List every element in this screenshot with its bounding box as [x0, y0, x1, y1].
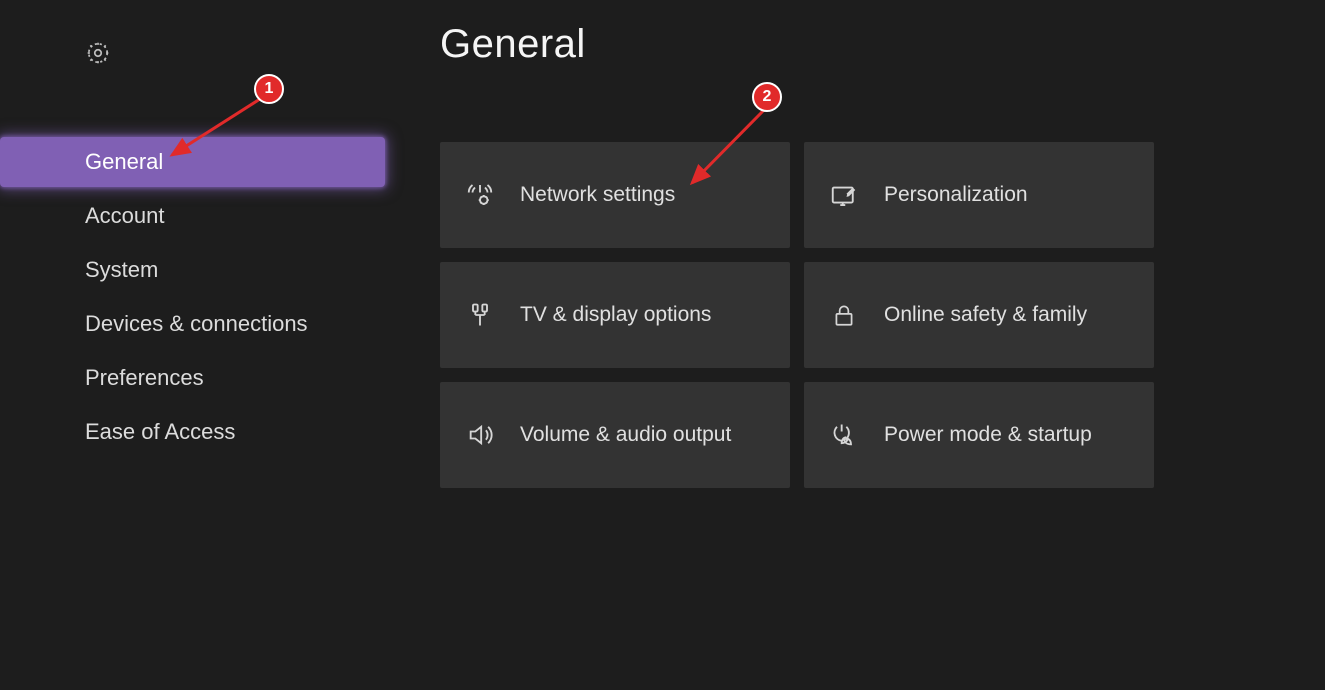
network-icon	[440, 180, 520, 210]
gear-icon	[85, 40, 111, 66]
sidebar-item-ease-of-access[interactable]: Ease of Access	[0, 407, 385, 457]
sidebar-item-label: Ease of Access	[85, 419, 235, 445]
sidebar-item-account[interactable]: Account	[0, 191, 385, 241]
tile-personalization[interactable]: Personalization	[804, 142, 1154, 248]
tile-label: Volume & audio output	[520, 423, 731, 447]
sidebar-item-label: Devices & connections	[85, 311, 308, 337]
power-icon	[804, 421, 884, 449]
sidebar-item-label: Preferences	[85, 365, 204, 391]
sidebar-menu: General Account System Devices & connect…	[0, 137, 385, 461]
sidebar-item-label: General	[85, 149, 163, 175]
tile-label: Online safety & family	[884, 303, 1087, 327]
sidebar-item-system[interactable]: System	[0, 245, 385, 295]
tile-tv-display[interactable]: TV & display options	[440, 262, 790, 368]
display-icon	[440, 300, 520, 330]
settings-content: General Network settings	[440, 22, 1154, 488]
annotation-arrow-1	[160, 95, 270, 165]
sidebar-item-preferences[interactable]: Preferences	[0, 353, 385, 403]
personalization-icon	[804, 180, 884, 210]
tiles-grid: Network settings Personalization TV	[440, 142, 1154, 488]
volume-icon	[440, 421, 520, 449]
annotation-marker-1: 1	[254, 74, 284, 104]
annotation-marker-2: 2	[752, 82, 782, 112]
tile-label: Network settings	[520, 183, 675, 207]
tile-power-mode[interactable]: Power mode & startup	[804, 382, 1154, 488]
page-title: General	[440, 22, 1154, 67]
tile-volume-audio[interactable]: Volume & audio output	[440, 382, 790, 488]
lock-icon	[804, 301, 884, 329]
tile-label: Power mode & startup	[884, 423, 1092, 447]
annotation-arrow-2	[680, 105, 780, 195]
sidebar-item-label: Account	[85, 203, 165, 229]
annotation-label: 2	[763, 88, 772, 106]
sidebar-item-label: System	[85, 257, 158, 283]
annotation-label: 1	[265, 80, 274, 98]
sidebar-item-devices[interactable]: Devices & connections	[0, 299, 385, 349]
tile-label: Personalization	[884, 183, 1028, 207]
tile-label: TV & display options	[520, 303, 711, 327]
tile-online-safety[interactable]: Online safety & family	[804, 262, 1154, 368]
